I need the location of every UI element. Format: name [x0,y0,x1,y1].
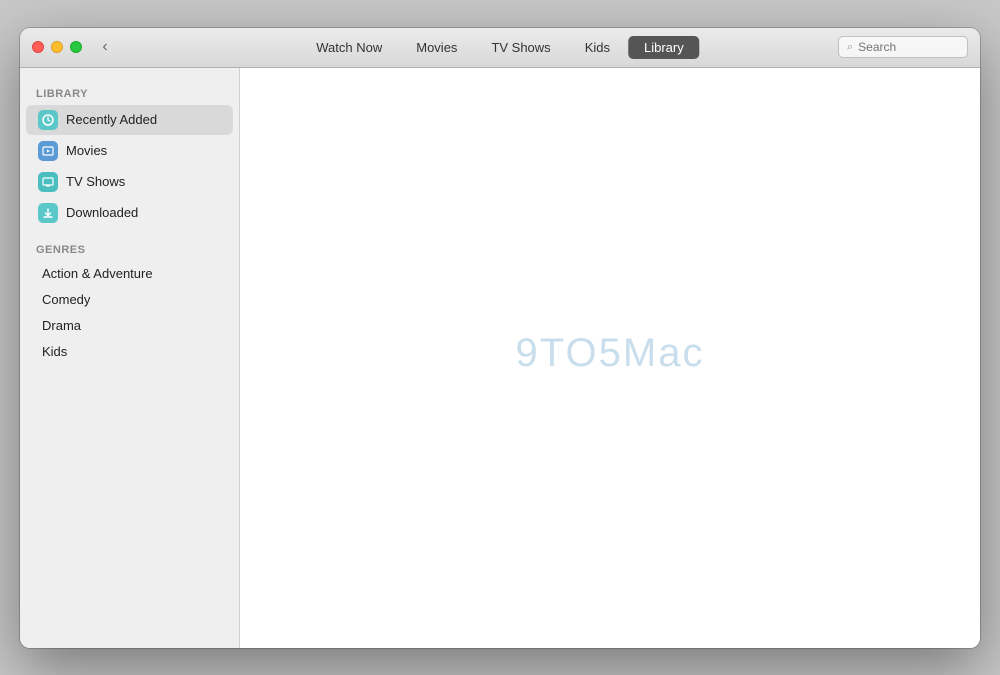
recently-added-icon [38,110,58,130]
genre-item-kids[interactable]: Kids [26,339,233,364]
sidebar: Library Recently Added Movies [20,68,240,648]
content-area: Library Recently Added Movies [20,68,980,648]
close-button[interactable] [32,41,44,53]
genre-item-comedy[interactable]: Comedy [26,287,233,312]
tab-tv-shows[interactable]: TV Shows [475,36,566,59]
tv-shows-icon [38,172,58,192]
sidebar-item-downloaded[interactable]: Downloaded [26,198,233,228]
search-box[interactable]: ⌕ [838,36,968,58]
tab-watch-now[interactable]: Watch Now [300,36,398,59]
downloaded-icon [38,203,58,223]
search-input[interactable] [858,40,959,54]
recently-added-label: Recently Added [66,112,157,127]
app-window: ‹ Watch Now Movies TV Shows Kids Library… [20,28,980,648]
sidebar-item-tv-shows[interactable]: TV Shows [26,167,233,197]
back-button[interactable]: ‹ [94,36,116,58]
sidebar-item-movies[interactable]: Movies [26,136,233,166]
library-section-label: Library [20,84,239,104]
traffic-lights [32,41,82,53]
genres-section-label: Genres [20,240,239,260]
downloaded-label: Downloaded [66,205,138,220]
minimize-button[interactable] [51,41,63,53]
nav-tabs: Watch Now Movies TV Shows Kids Library [300,36,699,59]
sidebar-item-recently-added[interactable]: Recently Added [26,105,233,135]
main-content: 9TO5Mac [240,68,980,648]
tab-movies[interactable]: Movies [400,36,473,59]
watermark: 9TO5Mac [516,331,705,376]
maximize-button[interactable] [70,41,82,53]
genre-item-drama[interactable]: Drama [26,313,233,338]
tv-shows-label: TV Shows [66,174,125,189]
tab-library[interactable]: Library [628,36,700,59]
genre-item-action-adventure[interactable]: Action & Adventure [26,261,233,286]
titlebar: ‹ Watch Now Movies TV Shows Kids Library… [20,28,980,68]
search-icon: ⌕ [847,41,853,54]
tab-kids[interactable]: Kids [569,36,626,59]
movies-icon [38,141,58,161]
movies-label: Movies [66,143,107,158]
